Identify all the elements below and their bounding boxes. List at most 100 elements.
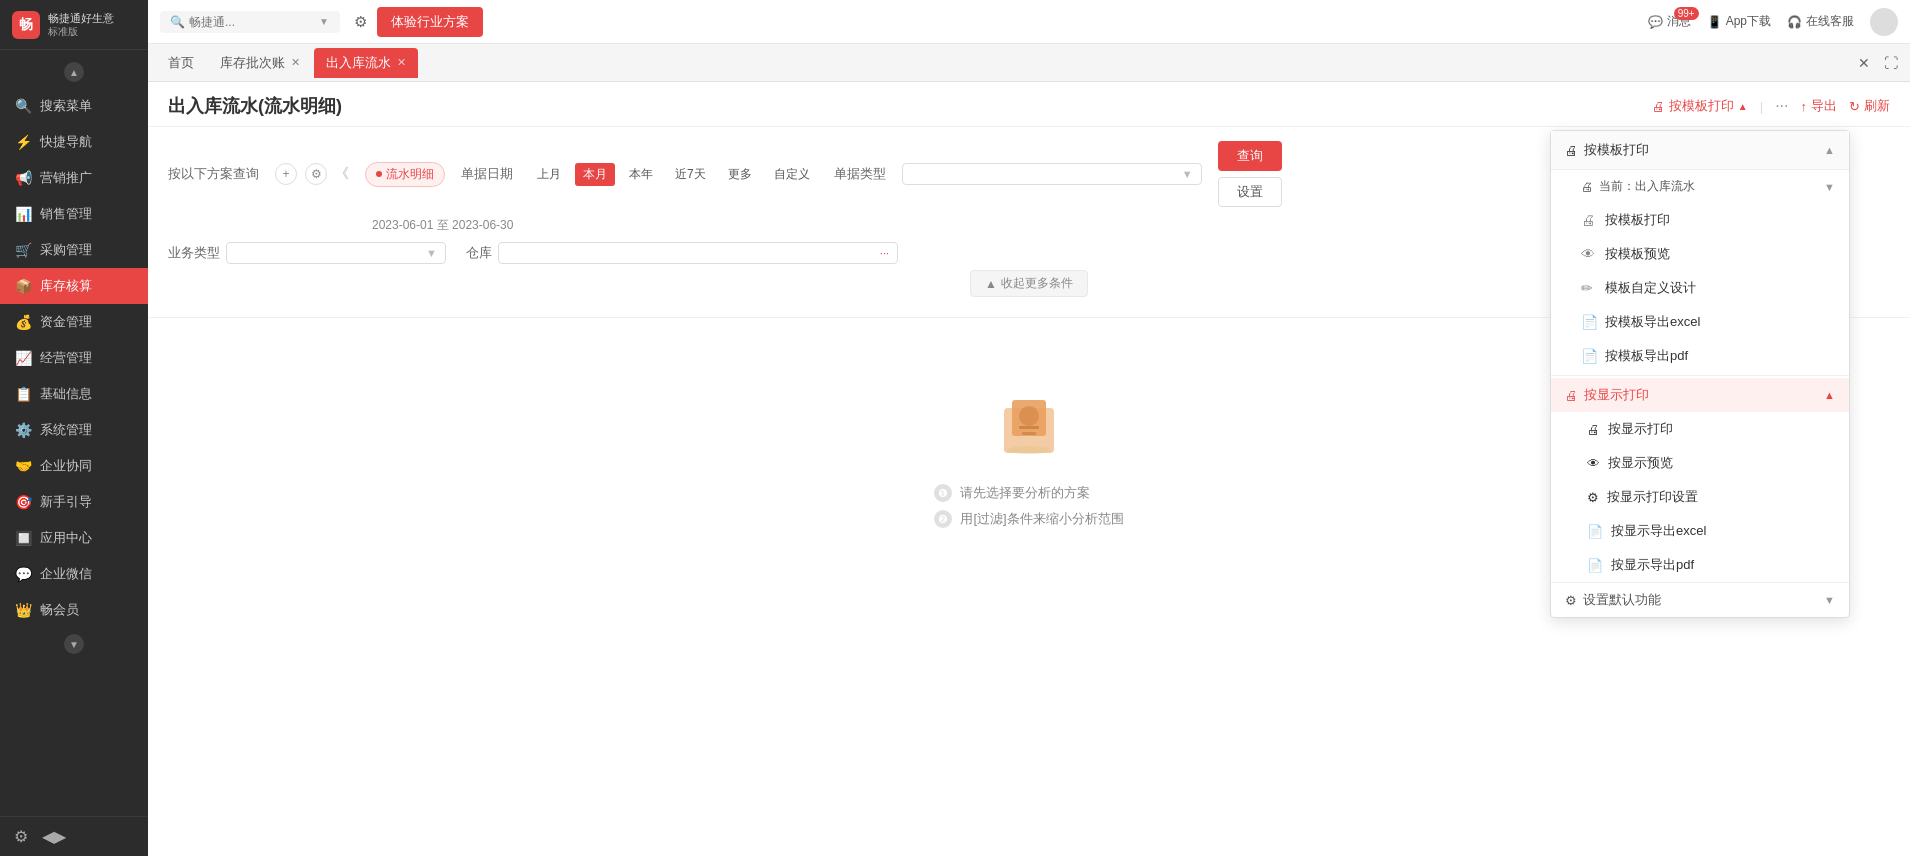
tpd-display-section-header[interactable]: 🖨 按显示打印 ▲ <box>1551 378 1849 412</box>
filter-collapse-btn[interactable]: 《 <box>335 165 349 183</box>
footer-chevron: ▼ <box>1824 594 1835 606</box>
svg-point-2 <box>1019 406 1039 426</box>
sidebar-item-guide[interactable]: 🎯 新手引导 <box>0 484 148 520</box>
tpd-header: 🖨 按模板打印 ▲ <box>1551 131 1849 170</box>
settings-footer-icon[interactable]: ⚙ <box>14 827 28 846</box>
tpd-display-print[interactable]: 🖨 按显示打印 <box>1551 412 1849 446</box>
tpd-printer-icon: 🖨 <box>1581 212 1597 228</box>
date-btn-this-month[interactable]: 本月 <box>575 163 615 186</box>
refresh-btn[interactable]: ↻ 刷新 <box>1849 97 1890 115</box>
tpd-item-template-print[interactable]: 🖨 按模板打印 <box>1551 203 1849 237</box>
message-badge: 99+ <box>1674 7 1699 20</box>
warehouse-select[interactable]: ··· <box>498 242 898 264</box>
more-actions-icon[interactable]: ··· <box>1775 97 1788 115</box>
scroll-down-btn[interactable]: ▼ <box>64 634 84 654</box>
svg-rect-3 <box>1019 426 1039 429</box>
tpd-item-export-excel[interactable]: 📄 按模板导出excel <box>1551 305 1849 339</box>
doc-type-select[interactable]: ▼ <box>902 163 1202 185</box>
sidebar-item-appcenter[interactable]: 🔲 应用中心 <box>0 520 148 556</box>
app-download-btn[interactable]: 📱 App下载 <box>1707 13 1771 30</box>
warehouse-field: 仓库 ··· <box>466 242 898 264</box>
tab-home[interactable]: 首页 <box>156 48 206 78</box>
tpd-footer[interactable]: ⚙ 设置默认功能 ▼ <box>1551 582 1849 617</box>
tpd-header-chevron[interactable]: ▲ <box>1824 144 1835 156</box>
sidebar-item-sales[interactable]: 📊 销售管理 <box>0 196 148 232</box>
topbar-search-box[interactable]: 🔍 ▼ <box>160 11 340 33</box>
tab-close-all-icon[interactable]: ✕ <box>1854 53 1874 73</box>
sidebar-item-marketing[interactable]: 📢 营销推广 <box>0 160 148 196</box>
filter-add-btn[interactable]: + <box>275 163 297 185</box>
user-avatar[interactable] <box>1870 8 1898 36</box>
sidebar-item-operations[interactable]: 📈 经营管理 <box>0 340 148 376</box>
sidebar-item-inventory[interactable]: 📦 库存核算 <box>0 268 148 304</box>
purchase-icon: 🛒 <box>14 241 32 259</box>
collapse-sidebar-icon[interactable]: ◀▶ <box>42 827 66 846</box>
display-section-chevron[interactable]: ▲ <box>1824 389 1835 401</box>
tpd-display-preview[interactable]: 👁 按显示预览 <box>1551 446 1849 480</box>
date-field-label: 单据日期 <box>461 165 513 183</box>
sidebar-item-purchase[interactable]: 🛒 采购管理 <box>0 232 148 268</box>
biz-type-field: 业务类型 ▼ <box>168 242 446 264</box>
sidebar: 畅 畅捷通好生意 标准版 ▲ 🔍 搜索菜单 ⚡ 快捷导航 📢 营销推广 📊 销售… <box>0 0 148 856</box>
footer-settings-icon: ⚙ <box>1565 593 1577 608</box>
tab-inventory-batch-close[interactable]: ✕ <box>291 56 300 69</box>
current-chevron[interactable]: ▼ <box>1824 181 1835 193</box>
tab-inout-flow[interactable]: 出入库流水 ✕ <box>314 48 418 78</box>
topbar-right: 💬 消息 99+ 📱 App下载 🎧 在线客服 <box>1648 8 1898 36</box>
topbar-gear-icon[interactable]: ⚙ <box>354 13 367 31</box>
template-print-btn[interactable]: 🖨 按模板打印 ▲ <box>1652 97 1748 115</box>
collapse-more-btn[interactable]: ▲ 收起更多条件 <box>970 270 1088 297</box>
tpd-item-template-preview[interactable]: 👁 按模板预览 <box>1551 237 1849 271</box>
finance-icon: 💰 <box>14 313 32 331</box>
tpd-preview-icon: 👁 <box>1581 246 1597 262</box>
tab-inventory-batch[interactable]: 库存批次账 ✕ <box>208 48 312 78</box>
tpd-display-export-excel[interactable]: 📄 按显示导出excel <box>1551 514 1849 548</box>
tpd-item-template-custom[interactable]: ✏ 模板自定义设计 <box>1551 271 1849 305</box>
message-icon: 💬 <box>1648 15 1663 29</box>
tpd-custom-icon: ✏ <box>1581 280 1597 296</box>
sidebar-item-search[interactable]: 🔍 搜索菜单 <box>0 88 148 124</box>
date-btn-7days[interactable]: 近7天 <box>667 163 714 186</box>
sidebar-item-basic[interactable]: 📋 基础信息 <box>0 376 148 412</box>
search-input[interactable] <box>189 15 319 29</box>
phone-icon: 📱 <box>1707 15 1722 29</box>
template-print-dropdown: 🖨 按模板打印 ▲ 🖨 当前：出入库流水 ▼ 🖨 按模板打印 <box>1550 130 1850 618</box>
message-btn[interactable]: 💬 消息 99+ <box>1648 13 1691 30</box>
sidebar-item-membership[interactable]: 👑 畅会员 <box>0 592 148 628</box>
filter-settings-btn[interactable]: ⚙ <box>305 163 327 185</box>
tab-inout-flow-close[interactable]: ✕ <box>397 56 406 69</box>
settings-query-btn[interactable]: 设置 <box>1218 177 1282 207</box>
export-btn[interactable]: ↑ 导出 <box>1801 97 1838 115</box>
date-btn-more[interactable]: 更多 <box>720 163 760 186</box>
sidebar-item-finance[interactable]: 💰 资金管理 <box>0 304 148 340</box>
sidebar-item-wechat[interactable]: 💬 企业微信 <box>0 556 148 592</box>
scroll-up-btn[interactable]: ▲ <box>64 62 84 82</box>
tpd-main-section: 🖨 当前：出入库流水 ▼ 🖨 按模板打印 👁 按模板预览 ✏ 模板自定义设计 <box>1551 170 1849 373</box>
appcenter-icon: 🔲 <box>14 529 32 547</box>
tpd-pdf-icon: 📄 <box>1581 348 1597 364</box>
biz-type-select[interactable]: ▼ <box>226 242 446 264</box>
sidebar-item-system[interactable]: ⚙️ 系统管理 <box>0 412 148 448</box>
display-settings-icon: ⚙ <box>1587 490 1599 505</box>
tpd-display-export-pdf[interactable]: 📄 按显示导出pdf <box>1551 548 1849 582</box>
tabbar: 首页 库存批次账 ✕ 出入库流水 ✕ ✕ ⛶ <box>148 44 1910 82</box>
tpd-display-print-settings[interactable]: ⚙ 按显示打印设置 <box>1551 480 1849 514</box>
date-btn-custom[interactable]: 自定义 <box>766 163 818 186</box>
sidebar-nav: ▲ 🔍 搜索菜单 ⚡ 快捷导航 📢 营销推广 📊 销售管理 🛒 采购管理 📦 库… <box>0 50 148 816</box>
date-btn-this-year[interactable]: 本年 <box>621 163 661 186</box>
date-btn-last-month[interactable]: 上月 <box>529 163 569 186</box>
logo-icon: 畅 <box>12 11 40 39</box>
sidebar-item-cooperation[interactable]: 🤝 企业协同 <box>0 448 148 484</box>
tpd-item-export-pdf[interactable]: 📄 按模板导出pdf <box>1551 339 1849 373</box>
tab-expand-icon[interactable]: ⛶ <box>1880 53 1902 73</box>
trial-btn[interactable]: 体验行业方案 <box>377 7 483 37</box>
page-actions: 🖨 按模板打印 ▲ | ··· ↑ 导出 ↻ 刷新 <box>1652 97 1890 115</box>
display-preview-icon: 👁 <box>1587 456 1600 471</box>
sales-icon: 📊 <box>14 205 32 223</box>
online-service-btn[interactable]: 🎧 在线客服 <box>1787 13 1854 30</box>
tpd-current-label: 🖨 当前：出入库流水 ▼ <box>1551 170 1849 203</box>
filter-chip[interactable]: 流水明细 <box>365 162 445 187</box>
query-btn[interactable]: 查询 <box>1218 141 1282 171</box>
printer-header-icon: 🖨 <box>1565 143 1578 158</box>
sidebar-item-quicknav[interactable]: ⚡ 快捷导航 <box>0 124 148 160</box>
